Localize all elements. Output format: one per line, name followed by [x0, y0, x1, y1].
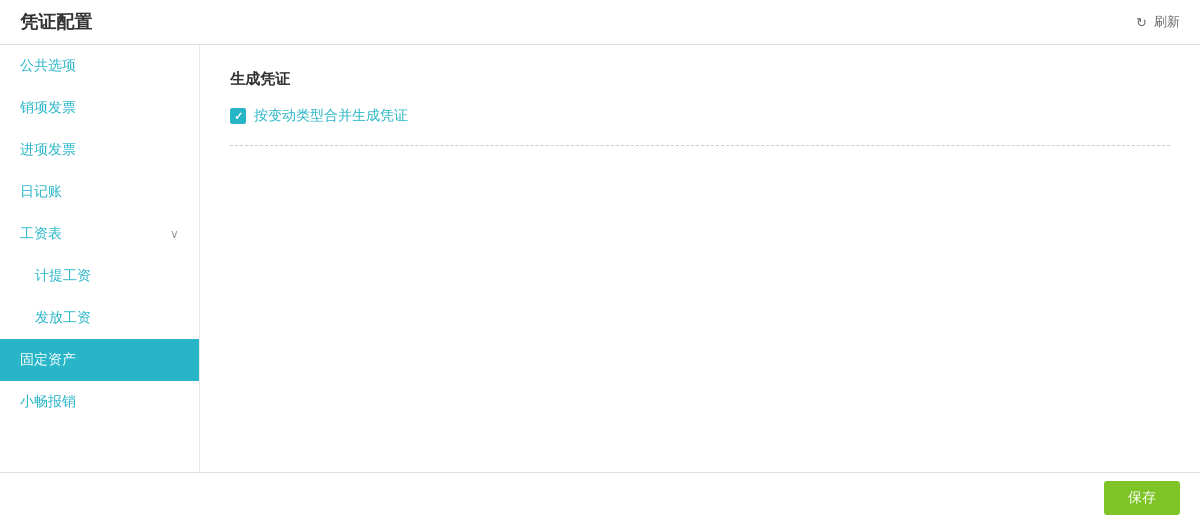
- sidebar-item-fixed-assets[interactable]: 固定资产: [0, 339, 199, 381]
- sidebar-item-petty-expense[interactable]: 小畅报销: [0, 381, 199, 423]
- sidebar-item-accrued-payroll[interactable]: 计提工资: [0, 255, 199, 297]
- sidebar-item-label: 计提工资: [35, 267, 91, 285]
- sidebar-item-journal[interactable]: 日记账: [0, 171, 199, 213]
- sidebar-item-label: 进项发票: [20, 141, 76, 159]
- sidebar-item-distribute-payroll[interactable]: 发放工资: [0, 297, 199, 339]
- sidebar-item-label: 发放工资: [35, 309, 91, 327]
- footer: 保存: [0, 472, 1200, 522]
- sidebar-item-label: 日记账: [20, 183, 62, 201]
- content-area: 生成凭证 按变动类型合并生成凭证: [200, 45, 1200, 472]
- sidebar-item-label: 工资表: [20, 225, 62, 243]
- merge-by-type-checkbox[interactable]: [230, 108, 246, 124]
- sidebar-item-label: 销项发票: [20, 99, 76, 117]
- chevron-down-icon: ∨: [170, 227, 179, 241]
- sidebar-item-label: 小畅报销: [20, 393, 76, 411]
- save-button[interactable]: 保存: [1104, 481, 1180, 515]
- refresh-button[interactable]: ↻ 刷新: [1136, 13, 1180, 31]
- checkbox-label: 按变动类型合并生成凭证: [254, 107, 408, 125]
- refresh-label: 刷新: [1154, 13, 1180, 31]
- sidebar: 公共选项 销项发票 进项发票 日记账 工资表 ∨ 计提工资 发放工资 固定资: [0, 45, 200, 472]
- main-layout: 公共选项 销项发票 进项发票 日记账 工资表 ∨ 计提工资 发放工资 固定资: [0, 45, 1200, 472]
- sidebar-item-label: 公共选项: [20, 57, 76, 75]
- sidebar-item-public-options[interactable]: 公共选项: [0, 45, 199, 87]
- sidebar-item-sales-invoice[interactable]: 销项发票: [0, 87, 199, 129]
- page-wrapper: 凭证配置 ↻ 刷新 公共选项 销项发票 进项发票 日记账 工资表 ∨: [0, 0, 1200, 522]
- sidebar-item-label: 固定资产: [20, 351, 76, 369]
- header: 凭证配置 ↻ 刷新: [0, 0, 1200, 45]
- sidebar-item-purchase-invoice[interactable]: 进项发票: [0, 129, 199, 171]
- refresh-icon: ↻: [1136, 15, 1150, 29]
- checkbox-row[interactable]: 按变动类型合并生成凭证: [230, 107, 1170, 125]
- sidebar-item-payroll-table[interactable]: 工资表 ∨: [0, 213, 199, 255]
- section-title: 生成凭证: [230, 70, 1170, 89]
- section-divider: [230, 145, 1170, 146]
- page-title: 凭证配置: [20, 10, 92, 34]
